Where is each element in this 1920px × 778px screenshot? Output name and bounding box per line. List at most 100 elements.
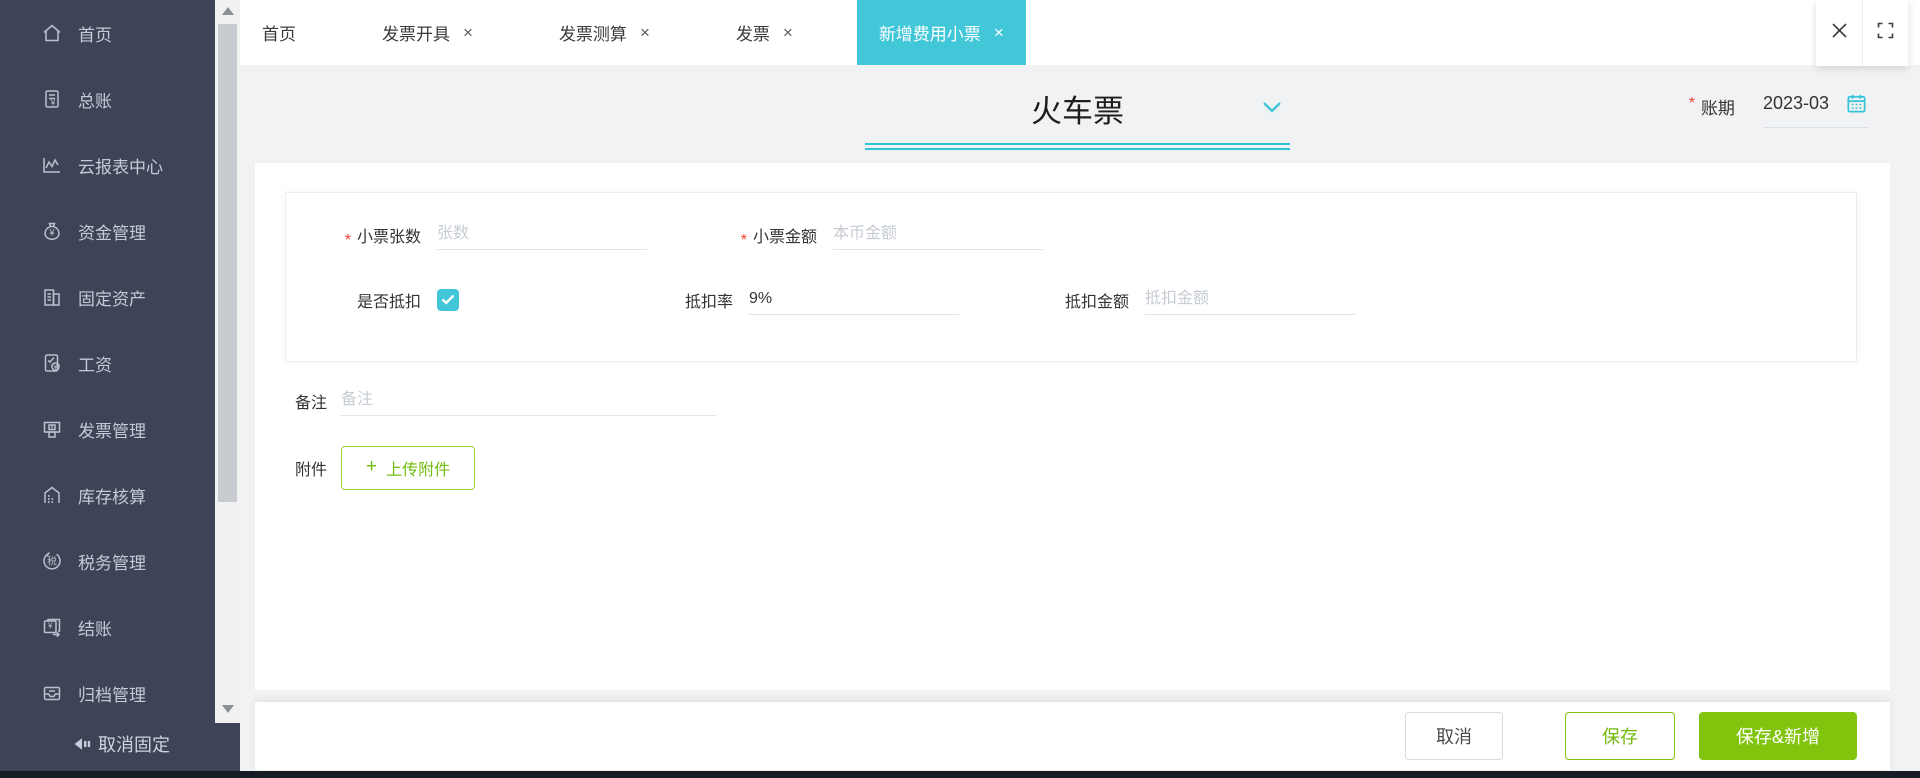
sidebar-nav: 首页 ¥ 总账 云报表中心 ¥ 资金管理 固定资产 ¥ 工资 ¥ 发票管理 库存…: [0, 0, 240, 726]
tab-label: 发票: [735, 25, 770, 44]
remark-input[interactable]: [341, 385, 717, 416]
tab-home[interactable]: 首页: [240, 0, 318, 65]
remark-field: 备注: [295, 385, 717, 416]
svg-text:¥: ¥: [54, 364, 58, 371]
expense-type-value: 火车票: [1031, 94, 1124, 129]
svg-text:¥: ¥: [47, 622, 53, 631]
save-and-new-button[interactable]: 保存&新增: [1698, 712, 1857, 760]
tab-close-icon[interactable]: ×: [463, 23, 473, 43]
calendar-icon[interactable]: [1845, 92, 1868, 115]
form-panel: * 小票张数 * 小票金额 是否抵扣 抵扣率: [255, 163, 1890, 690]
tab-label: 新增费用小票: [878, 25, 981, 44]
sidebar: 首页 ¥ 总账 云报表中心 ¥ 资金管理 固定资产 ¥ 工资 ¥ 发票管理 库存…: [0, 0, 240, 778]
sidebar-item-label: 首页: [78, 25, 112, 45]
scroll-down-button[interactable]: [215, 701, 240, 717]
ticket-count-input[interactable]: [437, 219, 647, 250]
closing-icon: ¥: [40, 615, 64, 639]
plus-icon: +: [366, 456, 378, 477]
tab-label: 发票测算: [558, 25, 627, 44]
deductible-label: 是否抵扣: [356, 293, 421, 311]
tab-label: 发票开具: [382, 25, 450, 44]
sidebar-item-label: 税务管理: [78, 553, 146, 573]
sidebar-item-inventory[interactable]: 库存核算: [0, 462, 240, 528]
sidebar-item-label: 结账: [78, 619, 112, 639]
building-icon: [40, 285, 64, 309]
triangle-up-icon: [221, 7, 234, 15]
deductible-field: 是否抵扣: [311, 288, 459, 312]
deduction-amount-field: 抵扣金额: [1019, 284, 1355, 315]
sidebar-item-label: 固定资产: [78, 289, 146, 309]
sidebar-item-closing[interactable]: ¥ 结账: [0, 594, 240, 660]
deductible-checkbox[interactable]: [437, 288, 459, 311]
tab-close-icon[interactable]: ×: [783, 23, 793, 43]
deduction-rate-input[interactable]: [749, 284, 959, 315]
scroll-up-button[interactable]: [215, 3, 240, 19]
triangle-down-icon: [221, 705, 234, 713]
general-ledger-icon: ¥: [40, 87, 64, 111]
tax-icon: 税: [40, 549, 64, 573]
close-icon: [1831, 22, 1848, 44]
attachment-field: 附件 + 上传附件: [295, 446, 476, 490]
main-area: 首页 发票开具 × 发票测算 × 发票 × 新增费用小票 × 火车票 * 账期 …: [240, 0, 1920, 778]
cancel-button[interactable]: 取消: [1404, 712, 1503, 760]
tab-new-expense-receipt[interactable]: 新增费用小票 ×: [856, 0, 1026, 65]
close-button[interactable]: [1816, 0, 1862, 66]
window-bottom-edge: [0, 771, 1920, 778]
sidebar-item-label: 工资: [78, 355, 112, 375]
expense-type-select[interactable]: 火车票: [865, 70, 1290, 150]
cloud-report-icon: [40, 153, 64, 177]
period-field: * 账期 2023-03: [1689, 92, 1868, 128]
window-controls: [1816, 0, 1908, 66]
money-bag-icon: ¥: [40, 219, 64, 243]
sidebar-item-invoice[interactable]: ¥ 发票管理: [0, 396, 240, 462]
deduction-amount-label: 抵扣金额: [1064, 293, 1129, 311]
ticket-amount-field: * 小票金额: [707, 219, 1043, 250]
archive-icon: [40, 681, 64, 705]
sidebar-scrollbar[interactable]: [215, 0, 240, 723]
svg-text:¥: ¥: [50, 99, 56, 108]
required-mark: *: [1688, 95, 1695, 112]
sidebar-item-label: 总账: [78, 91, 112, 111]
sidebar-item-salary[interactable]: ¥ 工资: [0, 330, 240, 396]
tab-invoice-calc[interactable]: 发票测算 ×: [537, 0, 672, 65]
collapse-left-icon: [70, 732, 94, 756]
title-underline: [865, 148, 1290, 150]
sidebar-unpin-button[interactable]: 取消固定: [0, 722, 240, 766]
scrollbar-thumb[interactable]: [218, 24, 237, 502]
save-button[interactable]: 保存: [1564, 712, 1675, 760]
tab-close-icon[interactable]: ×: [994, 23, 1004, 43]
sidebar-unpin-label: 取消固定: [98, 735, 170, 755]
sidebar-item-label: 资金管理: [78, 223, 146, 243]
home-icon: [40, 21, 64, 45]
tab-close-icon[interactable]: ×: [640, 23, 650, 43]
attachment-label: 附件: [295, 462, 328, 479]
tab-label: 首页: [262, 25, 296, 44]
svg-text:税: 税: [47, 556, 57, 568]
sidebar-item-fixed-assets[interactable]: 固定资产: [0, 264, 240, 330]
sidebar-item-cloud-report[interactable]: 云报表中心: [0, 132, 240, 198]
ticket-amount-input[interactable]: [833, 219, 1043, 250]
period-picker[interactable]: 2023-03: [1762, 92, 1868, 128]
remark-label: 备注: [295, 394, 328, 412]
period-label: 账期: [1700, 99, 1735, 118]
period-value: 2023-03: [1762, 93, 1829, 113]
warehouse-icon: [40, 483, 64, 507]
sidebar-item-home[interactable]: 首页: [0, 0, 240, 66]
upload-attachment-button[interactable]: + 上传附件: [341, 446, 476, 490]
invoice-icon: ¥: [40, 417, 64, 441]
tab-invoice-issue[interactable]: 发票开具 ×: [360, 0, 495, 65]
chevron-down-icon: [1262, 100, 1282, 118]
fullscreen-button[interactable]: [1862, 0, 1908, 66]
sidebar-item-label: 发票管理: [78, 421, 146, 441]
required-mark: *: [740, 231, 747, 249]
sidebar-item-funds[interactable]: ¥ 资金管理: [0, 198, 240, 264]
deduction-amount-input[interactable]: [1145, 284, 1355, 315]
sidebar-item-archive[interactable]: 归档管理: [0, 660, 240, 726]
required-mark: *: [344, 231, 351, 249]
deduction-rate-label: 抵扣率: [684, 293, 733, 311]
sidebar-item-tax[interactable]: 税 税务管理: [0, 528, 240, 594]
title-underline: [865, 143, 1290, 145]
tab-bar: 首页 发票开具 × 发票测算 × 发票 × 新增费用小票 ×: [240, 0, 1920, 66]
tab-invoice[interactable]: 发票 ×: [714, 0, 815, 65]
sidebar-item-general-ledger[interactable]: ¥ 总账: [0, 66, 240, 132]
